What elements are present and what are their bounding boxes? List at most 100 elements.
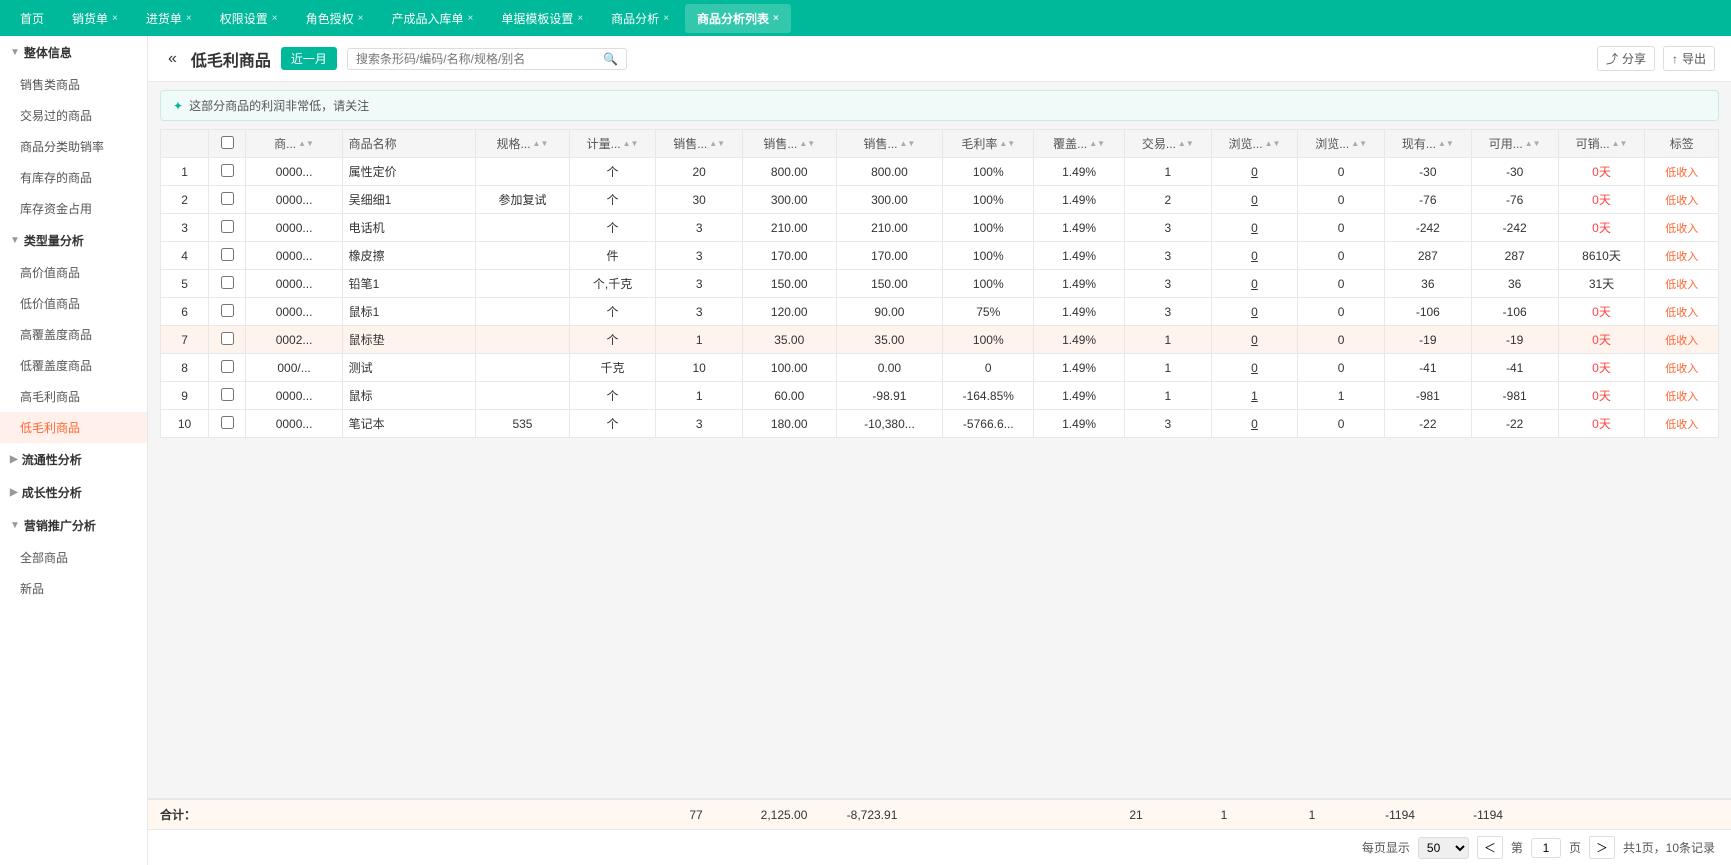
view1-link[interactable]: 0	[1251, 361, 1258, 375]
row-select-checkbox[interactable]	[221, 220, 234, 233]
nav-role-auth[interactable]: 角色授权 ×	[294, 4, 376, 33]
footer-stock: -1194	[1360, 808, 1440, 822]
row-select-checkbox[interactable]	[221, 164, 234, 177]
row-unit: 个	[569, 186, 656, 214]
row-trade: 3	[1125, 214, 1212, 242]
row-select-checkbox[interactable]	[221, 248, 234, 261]
view1-link[interactable]: 0	[1251, 221, 1258, 235]
row-checkbox[interactable]	[209, 186, 246, 214]
sidebar-item-low-gross[interactable]: 低毛利商品	[0, 412, 147, 443]
view1-link[interactable]: 0	[1251, 277, 1258, 291]
row-no: 8	[161, 354, 209, 382]
row-available: -22	[1471, 410, 1558, 438]
sidebar-item-sales-goods[interactable]: 销售类商品	[0, 69, 147, 100]
export-icon: ↑	[1672, 52, 1678, 66]
row-sale-price: 210.00	[743, 214, 837, 242]
row-spec	[476, 354, 570, 382]
row-no: 1	[161, 158, 209, 186]
row-checkbox[interactable]	[209, 382, 246, 410]
row-sellable-days: 31天	[1558, 270, 1645, 298]
prev-page-button[interactable]: ＜	[1477, 836, 1503, 859]
sidebar-group-type-analysis[interactable]: ▼ 类型量分析	[0, 224, 147, 257]
view1-link[interactable]: 0	[1251, 165, 1258, 179]
close-icon[interactable]: ×	[577, 13, 583, 24]
page-input[interactable]	[1531, 838, 1561, 858]
close-icon[interactable]: ×	[663, 13, 669, 24]
sidebar-item-low-value[interactable]: 低价值商品	[0, 288, 147, 319]
select-all-checkbox[interactable]	[221, 136, 234, 149]
row-tag: 低收入	[1645, 214, 1719, 242]
sidebar: ▼ 整体信息 销售类商品 交易过的商品 商品分类助销率 有库存的商品 库存资金占…	[0, 36, 148, 865]
nav-home[interactable]: 首页	[8, 4, 56, 33]
row-checkbox[interactable]	[209, 298, 246, 326]
sidebar-group-marketing-analysis[interactable]: ▼ 营销推广分析	[0, 509, 147, 542]
sidebar-item-high-gross[interactable]: 高毛利商品	[0, 381, 147, 412]
view1-link[interactable]: 0	[1251, 305, 1258, 319]
nav-purchase-order[interactable]: 进货单 ×	[134, 4, 204, 33]
view1-link[interactable]: 0	[1251, 249, 1258, 263]
sidebar-item-high-value[interactable]: 高价值商品	[0, 257, 147, 288]
table-header-row: 商... ▲▼ 商品名称 规格... ▲▼	[161, 130, 1719, 158]
nav-product-analysis[interactable]: 商品分析 ×	[599, 4, 681, 33]
row-sale-amount: -10,380...	[836, 410, 943, 438]
close-icon[interactable]: ×	[186, 13, 192, 24]
row-select-checkbox[interactable]	[221, 416, 234, 429]
nav-sales-order[interactable]: 销货单 ×	[60, 4, 130, 33]
nav-template-settings[interactable]: 单据模板设置 ×	[489, 4, 595, 33]
sidebar-item-low-coverage[interactable]: 低覆盖度商品	[0, 350, 147, 381]
row-select-checkbox[interactable]	[221, 276, 234, 289]
close-icon[interactable]: ×	[112, 13, 118, 24]
nav-permission-settings[interactable]: 权限设置 ×	[208, 4, 290, 33]
export-button[interactable]: ↑ 导出	[1663, 46, 1715, 71]
row-select-checkbox[interactable]	[221, 332, 234, 345]
search-input[interactable]	[356, 52, 599, 66]
row-unit: 个	[569, 214, 656, 242]
row-checkbox[interactable]	[209, 270, 246, 298]
table-row: 6 0000... 鼠标1 个 3 120.00 90.00 75% 1.49%…	[161, 298, 1719, 326]
sidebar-group-flow-analysis[interactable]: ▶ 流通性分析	[0, 443, 147, 476]
row-gross-rate: 100%	[943, 270, 1034, 298]
sidebar-item-high-coverage[interactable]: 高覆盖度商品	[0, 319, 147, 350]
collapse-sidebar-button[interactable]: «	[164, 50, 181, 68]
row-select-checkbox[interactable]	[221, 360, 234, 373]
sidebar-item-stock-capital[interactable]: 库存资金占用	[0, 193, 147, 224]
sidebar-item-category-rate[interactable]: 商品分类助销率	[0, 131, 147, 162]
row-select-checkbox[interactable]	[221, 304, 234, 317]
search-icon[interactable]: 🔍	[603, 52, 618, 66]
sidebar-group-growth-analysis[interactable]: ▶ 成长性分析	[0, 476, 147, 509]
row-select-checkbox[interactable]	[221, 388, 234, 401]
row-code: 0000...	[246, 186, 342, 214]
nav-product-inbound[interactable]: 产成品入库单 ×	[379, 4, 485, 33]
close-icon[interactable]: ×	[773, 13, 779, 24]
row-checkbox[interactable]	[209, 326, 246, 354]
row-available: -106	[1471, 298, 1558, 326]
page-size-select[interactable]: 50 20 100	[1418, 837, 1469, 859]
sort-arrows-icon: ▲▼	[1089, 140, 1105, 148]
row-unit: 个	[569, 298, 656, 326]
sidebar-item-traded-goods[interactable]: 交易过的商品	[0, 100, 147, 131]
row-checkbox[interactable]	[209, 354, 246, 382]
view1-link[interactable]: 0	[1251, 333, 1258, 347]
close-icon[interactable]: ×	[272, 13, 278, 24]
row-checkbox[interactable]	[209, 410, 246, 438]
row-select-checkbox[interactable]	[221, 192, 234, 205]
date-filter-button[interactable]: 近一月	[281, 47, 337, 70]
row-checkbox[interactable]	[209, 242, 246, 270]
row-checkbox[interactable]	[209, 214, 246, 242]
sidebar-item-all-products[interactable]: 全部商品	[0, 542, 147, 573]
close-icon[interactable]: ×	[467, 13, 473, 24]
sort-arrows-icon: ▲▼	[799, 140, 815, 148]
close-icon[interactable]: ×	[358, 13, 364, 24]
row-sellable-days: 0天	[1558, 326, 1645, 354]
view1-link[interactable]: 0	[1251, 417, 1258, 431]
view1-link[interactable]: 0	[1251, 193, 1258, 207]
row-checkbox[interactable]	[209, 158, 246, 186]
sidebar-item-in-stock[interactable]: 有库存的商品	[0, 162, 147, 193]
next-page-button[interactable]: ＞	[1589, 836, 1615, 859]
row-spec	[476, 158, 570, 186]
nav-product-analysis-list[interactable]: 商品分析列表 ×	[685, 4, 791, 33]
sidebar-group-overall[interactable]: ▼ 整体信息	[0, 36, 147, 69]
share-button[interactable]: ⤴ 分享	[1597, 46, 1655, 71]
sidebar-item-new-products[interactable]: 新品	[0, 573, 147, 604]
view1-link[interactable]: 1	[1251, 389, 1258, 403]
